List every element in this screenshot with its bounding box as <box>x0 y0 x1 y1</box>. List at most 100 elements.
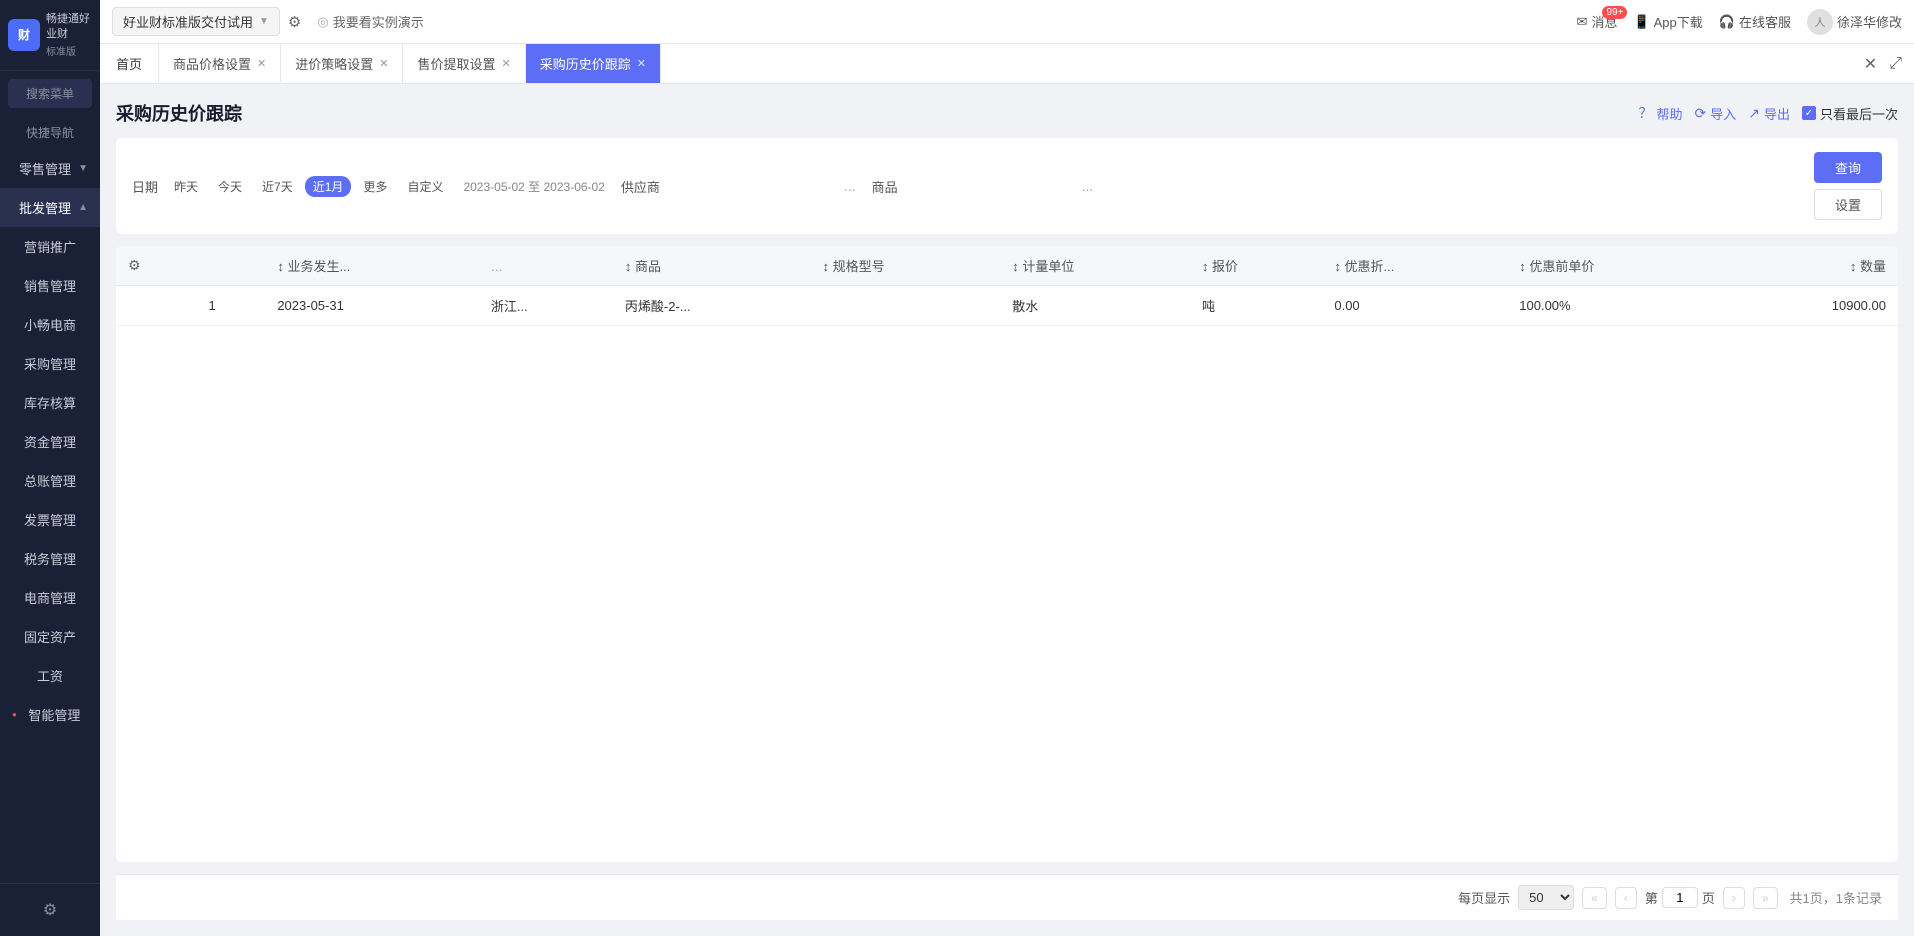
tab-purchase-strategy[interactable]: 进价策略设置 ✕ <box>281 44 403 83</box>
page-title: 采购历史价跟踪 <box>116 100 242 126</box>
mobile-icon: 📱 <box>1633 14 1649 30</box>
td-spec <box>811 286 1001 326</box>
date-option-7days[interactable]: 近7天 <box>254 176 301 197</box>
sidebar-item-tax[interactable]: 税务管理 <box>0 539 100 578</box>
query-button[interactable]: 查询 <box>1814 152 1882 183</box>
filter-date-group: 日期 昨天 今天 近7天 近1月 更多 自定义 2023-05-02 至 202… <box>132 176 605 197</box>
supplier-label: 供应商 <box>621 177 660 196</box>
online-service-button[interactable]: 🎧 在线客服 <box>1719 12 1791 31</box>
chevron-down-icon: ▼ <box>259 16 269 27</box>
first-page-button[interactable]: « <box>1582 887 1607 909</box>
user-menu[interactable]: 人 徐泽华修改 <box>1807 9 1902 35</box>
topbar: 好业财标准版交付试用 ▼ ⚙ ◎ 我要看实例演示 ✉ 消息 99+ 📱 App下… <box>100 0 1914 44</box>
th-date[interactable]: ↕ 业务发生... <box>265 246 479 286</box>
supplier-more-icon[interactable]: ... <box>844 178 856 194</box>
demo-button[interactable]: ◎ 我要看实例演示 <box>317 12 423 31</box>
app-download-button[interactable]: 📱 App下载 <box>1633 12 1702 31</box>
help-link[interactable]: ？ 帮助 <box>1638 103 1682 123</box>
next-page-button[interactable]: › <box>1723 887 1745 909</box>
logo-badge: 标准版 <box>46 43 92 58</box>
filter-supplier-group: 供应商 ... <box>621 177 856 196</box>
quick-nav-button[interactable]: 快捷导航 <box>0 116 100 149</box>
th-spec[interactable]: ↕ 规格型号 <box>811 246 1001 286</box>
sidebar-item-marketing[interactable]: 营销推广 <box>0 227 100 266</box>
notification-button[interactable]: ✉ 消息 99+ <box>1577 12 1618 31</box>
app-logo: 财 畅捷通好业财 标准版 <box>0 0 100 71</box>
sidebar-item-smart[interactable]: 智能管理 <box>0 695 100 734</box>
date-options: 昨天 今天 近7天 近1月 更多 自定义 <box>166 176 451 197</box>
th-price[interactable]: ↕ 报价 <box>1190 246 1322 286</box>
per-page-select[interactable]: 50 10 20 100 <box>1518 885 1574 910</box>
th-quantity[interactable]: ↕ 数量 <box>1726 246 1898 286</box>
sidebar-item-invoice[interactable]: 发票管理 <box>0 500 100 539</box>
th-unit[interactable]: ↕ 计量单位 <box>1000 246 1190 286</box>
tab-home[interactable]: 首页 <box>100 44 159 83</box>
chevron-up-icon: ▲ <box>78 202 88 213</box>
td-discount: 100.00% <box>1507 286 1725 326</box>
logo-icon: 财 <box>8 19 40 51</box>
date-option-more[interactable]: 更多 <box>355 176 395 197</box>
td-price-unit: 吨 <box>1190 286 1322 326</box>
table-settings-icon: ⚙ <box>128 257 141 273</box>
settings-icon[interactable]: ⚙ <box>288 13 301 31</box>
sidebar-item-ecommerce-small[interactable]: 小畅电商 <box>0 305 100 344</box>
tab-product-price[interactable]: 商品价格设置 ✕ <box>159 44 281 83</box>
tab-close-product-price[interactable]: ✕ <box>257 57 266 70</box>
only-last-checkbox[interactable]: ✓ 只看最后一次 <box>1802 104 1898 123</box>
sidebar-item-finance[interactable]: 资金管理 <box>0 422 100 461</box>
sidebar-search-section: 搜索菜单 <box>0 71 100 116</box>
filter-settings-button[interactable]: 设置 <box>1814 189 1882 220</box>
date-option-today[interactable]: 今天 <box>210 176 250 197</box>
date-range-display: 2023-05-02 至 2023-06-02 <box>463 178 604 195</box>
sidebar-item-retail[interactable]: 零售管理 ▼ <box>0 149 100 188</box>
th-settings[interactable]: ⚙ <box>116 246 197 286</box>
import-link[interactable]: ⟳ 导入 <box>1694 104 1736 123</box>
date-option-custom[interactable]: 自定义 <box>399 176 451 197</box>
content-area: 采购历史价跟踪 ？ 帮助 ⟳ 导入 ↗ 导出 ✓ 只 <box>100 84 1914 936</box>
export-icon: ↗ <box>1748 105 1760 122</box>
th-dots[interactable]: ... <box>479 246 613 286</box>
tab-close-all-button[interactable]: ✕ <box>1860 50 1881 78</box>
environment-label: 好业财标准版交付试用 <box>123 12 253 31</box>
td-number: 1 <box>197 286 266 326</box>
supplier-input[interactable] <box>664 179 840 194</box>
page-header: 采购历史价跟踪 ？ 帮助 ⟳ 导入 ↗ 导出 ✓ 只 <box>116 100 1898 126</box>
sidebar-item-purchase[interactable]: 采购管理 <box>0 344 100 383</box>
export-link[interactable]: ↗ 导出 <box>1748 104 1790 123</box>
page-number-input[interactable] <box>1662 887 1698 908</box>
date-option-yesterday[interactable]: 昨天 <box>166 176 206 197</box>
sidebar-item-ecommerce[interactable]: 电商管理 <box>0 578 100 617</box>
search-menu-button[interactable]: 搜索菜单 <box>8 79 92 108</box>
tab-close-purchase-history[interactable]: ✕ <box>637 57 646 70</box>
headset-icon: 🎧 <box>1719 14 1735 30</box>
date-option-1month[interactable]: 近1月 <box>305 176 352 197</box>
sidebar-settings-button[interactable]: ⚙ <box>8 892 92 928</box>
sidebar-item-accounting[interactable]: 总账管理 <box>0 461 100 500</box>
prev-page-button[interactable]: ‹ <box>1615 887 1637 909</box>
data-table-container: ⚙ ↕ 业务发生... ... ↕ 商品 ↕ 规格型号 <box>116 246 1898 862</box>
tab-sale-price[interactable]: 售价提取设置 ✕ <box>403 44 525 83</box>
import-icon: ⟳ <box>1694 105 1706 122</box>
th-discount[interactable]: ↕ 优惠折... <box>1322 246 1507 286</box>
tabbar: 首页 商品价格设置 ✕ 进价策略设置 ✕ 售价提取设置 ✕ 采购历史价跟踪 ✕ … <box>100 44 1914 84</box>
tab-purchase-history[interactable]: 采购历史价跟踪 ✕ <box>526 44 661 83</box>
td-vendor: 浙江... <box>479 286 613 326</box>
tab-close-purchase-strategy[interactable]: ✕ <box>379 57 388 70</box>
message-icon: ✉ <box>1577 14 1588 30</box>
th-pre-discount-price[interactable]: ↕ 优惠前单价 <box>1507 246 1725 286</box>
sidebar-item-inventory[interactable]: 库存核算 <box>0 383 100 422</box>
product-input[interactable] <box>902 179 1078 194</box>
product-more-icon[interactable]: ... <box>1082 178 1094 194</box>
sidebar-item-payroll[interactable]: 工资 <box>0 656 100 695</box>
sidebar-item-assets[interactable]: 固定资产 <box>0 617 100 656</box>
total-info: 共1页，1条记录 <box>1790 888 1882 907</box>
sidebar-item-wholesale[interactable]: 批发管理 ▲ <box>0 188 100 227</box>
tab-close-sale-price[interactable]: ✕ <box>502 57 511 70</box>
logo-text: 畅捷通好业财 <box>46 12 92 43</box>
last-page-button[interactable]: » <box>1753 887 1778 909</box>
th-product[interactable]: ↕ 商品 <box>613 246 811 286</box>
environment-selector[interactable]: 好业财标准版交付试用 ▼ <box>112 7 280 36</box>
help-icon: ？ <box>1638 103 1652 123</box>
sidebar-item-sales[interactable]: 销售管理 <box>0 266 100 305</box>
tab-expand-button[interactable]: ⤢ <box>1885 51 1906 77</box>
